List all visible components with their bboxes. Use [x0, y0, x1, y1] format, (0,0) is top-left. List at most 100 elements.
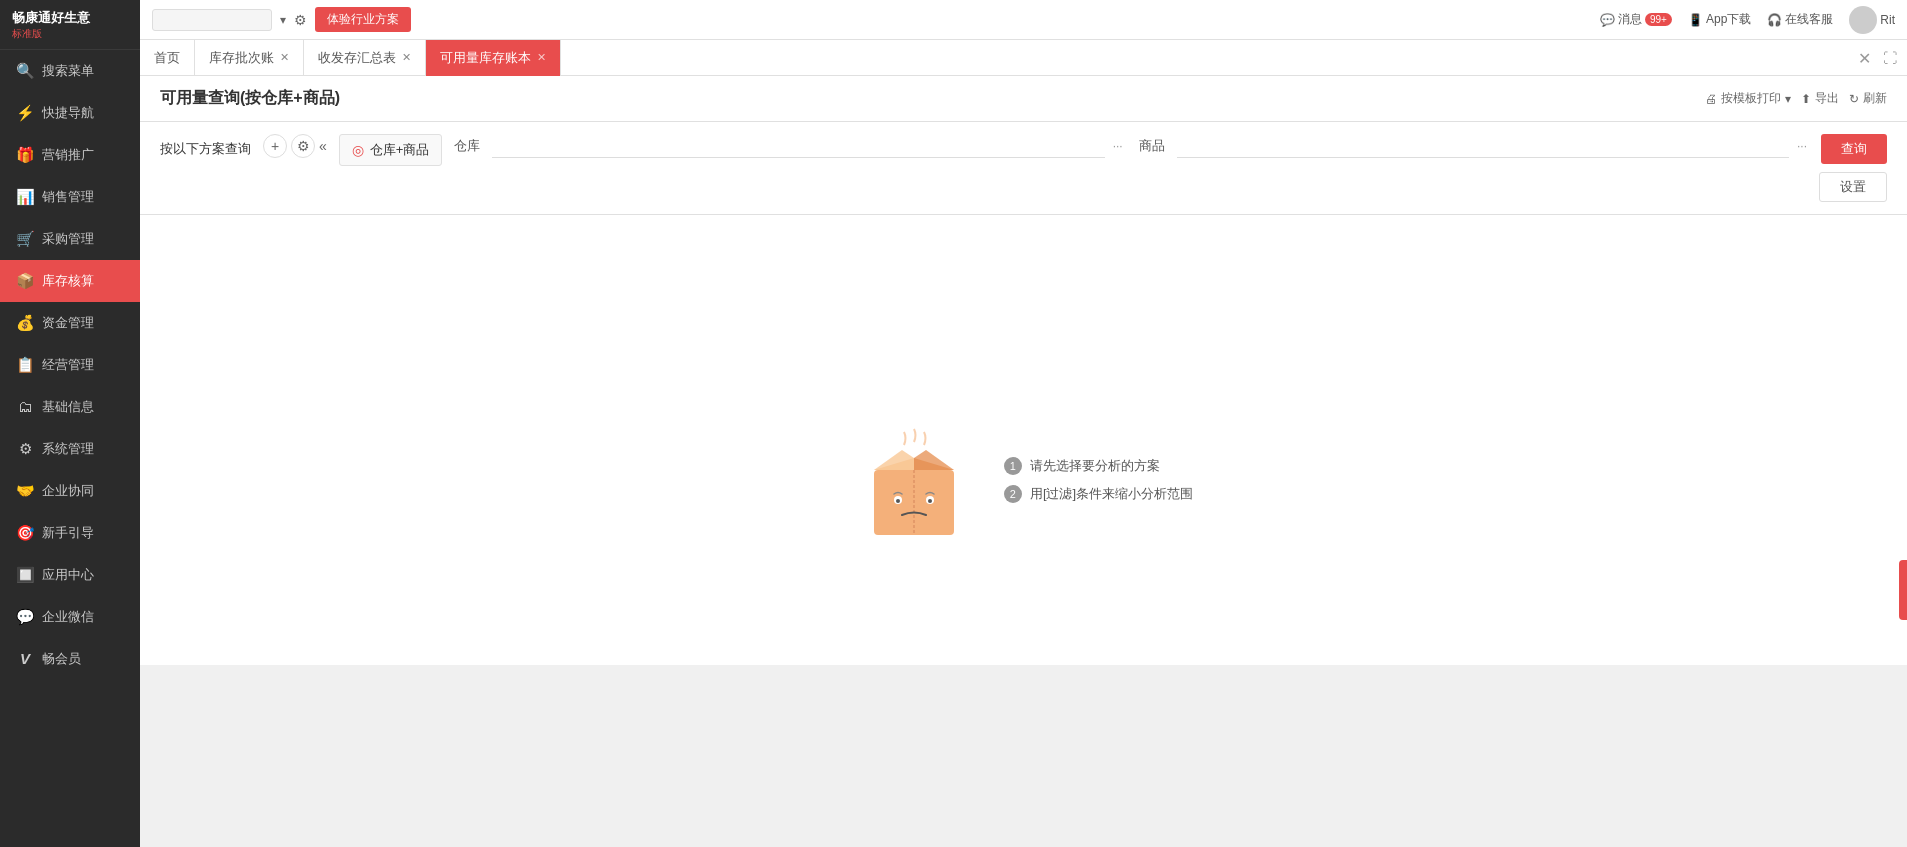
topbar-gear-icon[interactable]: ⚙	[294, 12, 307, 28]
sidebar-item-label: 快捷导航	[42, 104, 94, 122]
folder-icon: 🗂	[16, 398, 34, 415]
scheme-actions: + ⚙ «	[263, 134, 327, 158]
online-service-link[interactable]: 🎧 在线客服	[1767, 11, 1833, 28]
sidebar-item-marketing[interactable]: 🎁 营销推广	[0, 134, 140, 176]
brand-name: 畅康通好生意	[12, 10, 128, 27]
empty-state: 1 请先选择要分析的方案 2 用[过滤]条件来缩小分析范围	[854, 240, 1193, 640]
sidebar-item-search[interactable]: 🔍 搜索菜单	[0, 50, 140, 92]
handshake-icon: 🤝	[16, 482, 34, 500]
sidebar-item-label: 新手引导	[42, 524, 94, 542]
settings-action-button[interactable]: 设置	[1819, 172, 1887, 202]
hint-num-1: 1	[1004, 457, 1022, 475]
settings-icon: ⚙	[297, 138, 310, 154]
add-icon: +	[271, 138, 279, 154]
sidebar-item-label: 销售管理	[42, 188, 94, 206]
topbar-dropdown-chevron[interactable]: ▾	[280, 13, 286, 27]
sidebar-item-basic-info[interactable]: 🗂 基础信息	[0, 386, 140, 428]
collapse-scheme-button[interactable]: «	[319, 138, 327, 154]
main-area: ▾ ⚙ 体验行业方案 💬 消息 99+ 📱 App下载 🎧 在线客服 Rit	[140, 0, 1907, 847]
warehouse-input[interactable]	[492, 134, 1104, 158]
tab-available-ledger-close[interactable]: ✕	[537, 51, 546, 64]
tab-batch-ledger-close[interactable]: ✕	[280, 51, 289, 64]
product-more[interactable]: ···	[1797, 139, 1807, 153]
sidebar: 畅康通好生意 标准版 🔍 搜索菜单 ⚡ 快捷导航 🎁 营销推广 📊 销售管理 🛒…	[0, 0, 140, 847]
chart-icon: 📊	[16, 188, 34, 206]
sidebar-item-vip[interactable]: V 畅会员	[0, 638, 140, 680]
hint-text-1: 请先选择要分析的方案	[1030, 457, 1160, 475]
sidebar-item-label: 经营管理	[42, 356, 94, 374]
money-icon: 💰	[16, 314, 34, 332]
hint-text-2: 用[过滤]条件来缩小分析范围	[1030, 485, 1193, 503]
export-button[interactable]: ⬆ 导出	[1801, 90, 1839, 107]
tab-available-ledger-label: 可用量库存账本	[440, 49, 531, 67]
sidebar-item-purchase[interactable]: 🛒 采购管理	[0, 218, 140, 260]
product-label: 商品	[1139, 137, 1169, 155]
warehouse-more[interactable]: ···	[1113, 139, 1123, 153]
filter-fields: 仓库 ··· 商品 ···	[454, 134, 1807, 158]
scheme-name: 仓库+商品	[370, 141, 430, 159]
print-label: 按模板打印	[1721, 90, 1781, 107]
tab-batch-ledger-label: 库存批次账	[209, 49, 274, 67]
sidebar-item-label: 资金管理	[42, 314, 94, 332]
message-count: 99+	[1645, 13, 1672, 26]
query-button[interactable]: 查询	[1821, 134, 1887, 164]
refresh-button[interactable]: ↻ 刷新	[1849, 90, 1887, 107]
tabbar-expand-icon[interactable]: ⛶	[1883, 50, 1897, 66]
sidebar-item-business[interactable]: 📋 经营管理	[0, 344, 140, 386]
empty-hint-2: 2 用[过滤]条件来缩小分析范围	[1004, 485, 1193, 503]
tabbar-close-all[interactable]: ✕	[1858, 48, 1871, 67]
scheme-circle-icon: ◎	[352, 142, 364, 158]
vip-icon: V	[16, 650, 34, 667]
svg-point-9	[928, 499, 932, 503]
trial-industry-button[interactable]: 体验行业方案	[315, 7, 411, 32]
apps-icon: 🔲	[16, 566, 34, 584]
tab-home[interactable]: 首页	[140, 40, 195, 76]
empty-illustration	[854, 420, 974, 540]
gift-icon: 🎁	[16, 146, 34, 164]
filter-row-1: 仓库 ··· 商品 ···	[454, 134, 1807, 158]
sidebar-item-shortcut[interactable]: ⚡ 快捷导航	[0, 92, 140, 134]
settings-scheme-button[interactable]: ⚙	[291, 134, 315, 158]
user-avatar-area[interactable]: Rit	[1849, 6, 1895, 34]
tabbar: 首页 库存批次账 ✕ 收发存汇总表 ✕ 可用量库存账本 ✕ ✕ ⛶	[140, 40, 1907, 76]
sidebar-item-label: 企业协同	[42, 482, 94, 500]
hint-num-2: 2	[1004, 485, 1022, 503]
message-icon: 💬	[1600, 13, 1615, 27]
sidebar-item-inventory[interactable]: 📦 库存核算	[0, 260, 140, 302]
scheme-warehouse-product[interactable]: ◎ 仓库+商品	[339, 134, 443, 166]
clipboard-icon: 📋	[16, 356, 34, 374]
sidebar-item-app-center[interactable]: 🔲 应用中心	[0, 554, 140, 596]
sidebar-item-label: 应用中心	[42, 566, 94, 584]
sidebar-item-enterprise-wechat[interactable]: 💬 企业微信	[0, 596, 140, 638]
warehouse-label: 仓库	[454, 137, 484, 155]
sidebar-item-newbie[interactable]: 🎯 新手引导	[0, 512, 140, 554]
tab-batch-ledger[interactable]: 库存批次账 ✕	[195, 40, 304, 76]
tab-deposit-summary-label: 收发存汇总表	[318, 49, 396, 67]
cart-icon: 🛒	[16, 230, 34, 248]
sidebar-item-finance[interactable]: 💰 资金管理	[0, 302, 140, 344]
print-template-button[interactable]: 🖨 按模板打印 ▾	[1705, 90, 1791, 107]
sidebar-item-label: 基础信息	[42, 398, 94, 416]
app-download-label: App下载	[1706, 11, 1751, 28]
svg-marker-4	[914, 450, 954, 470]
refresh-label: 刷新	[1863, 90, 1887, 107]
sidebar-item-system[interactable]: ⚙ 系统管理	[0, 428, 140, 470]
add-scheme-button[interactable]: +	[263, 134, 287, 158]
tab-available-ledger[interactable]: 可用量库存账本 ✕	[426, 40, 561, 76]
sidebar-item-sales[interactable]: 📊 销售管理	[0, 176, 140, 218]
filter-area: 按以下方案查询 + ⚙ « ◎ 仓库+商品 仓库 ··	[140, 122, 1907, 215]
app-download-link[interactable]: 📱 App下载	[1688, 11, 1751, 28]
box-icon: 📦	[16, 272, 34, 290]
target-icon: 🎯	[16, 524, 34, 542]
tab-deposit-summary[interactable]: 收发存汇总表 ✕	[304, 40, 426, 76]
message-badge[interactable]: 💬 消息 99+	[1600, 11, 1672, 28]
warehouse-filter-field: 仓库 ···	[454, 134, 1122, 158]
sidebar-item-enterprise-collab[interactable]: 🤝 企业协同	[0, 470, 140, 512]
topbar-search-input[interactable]	[152, 9, 272, 31]
phone-icon: 📱	[1688, 13, 1703, 27]
tab-deposit-summary-close[interactable]: ✕	[402, 51, 411, 64]
product-input[interactable]	[1177, 134, 1789, 158]
tab-home-label: 首页	[154, 49, 180, 67]
sidebar-item-label: 系统管理	[42, 440, 94, 458]
print-chevron: ▾	[1785, 92, 1791, 106]
